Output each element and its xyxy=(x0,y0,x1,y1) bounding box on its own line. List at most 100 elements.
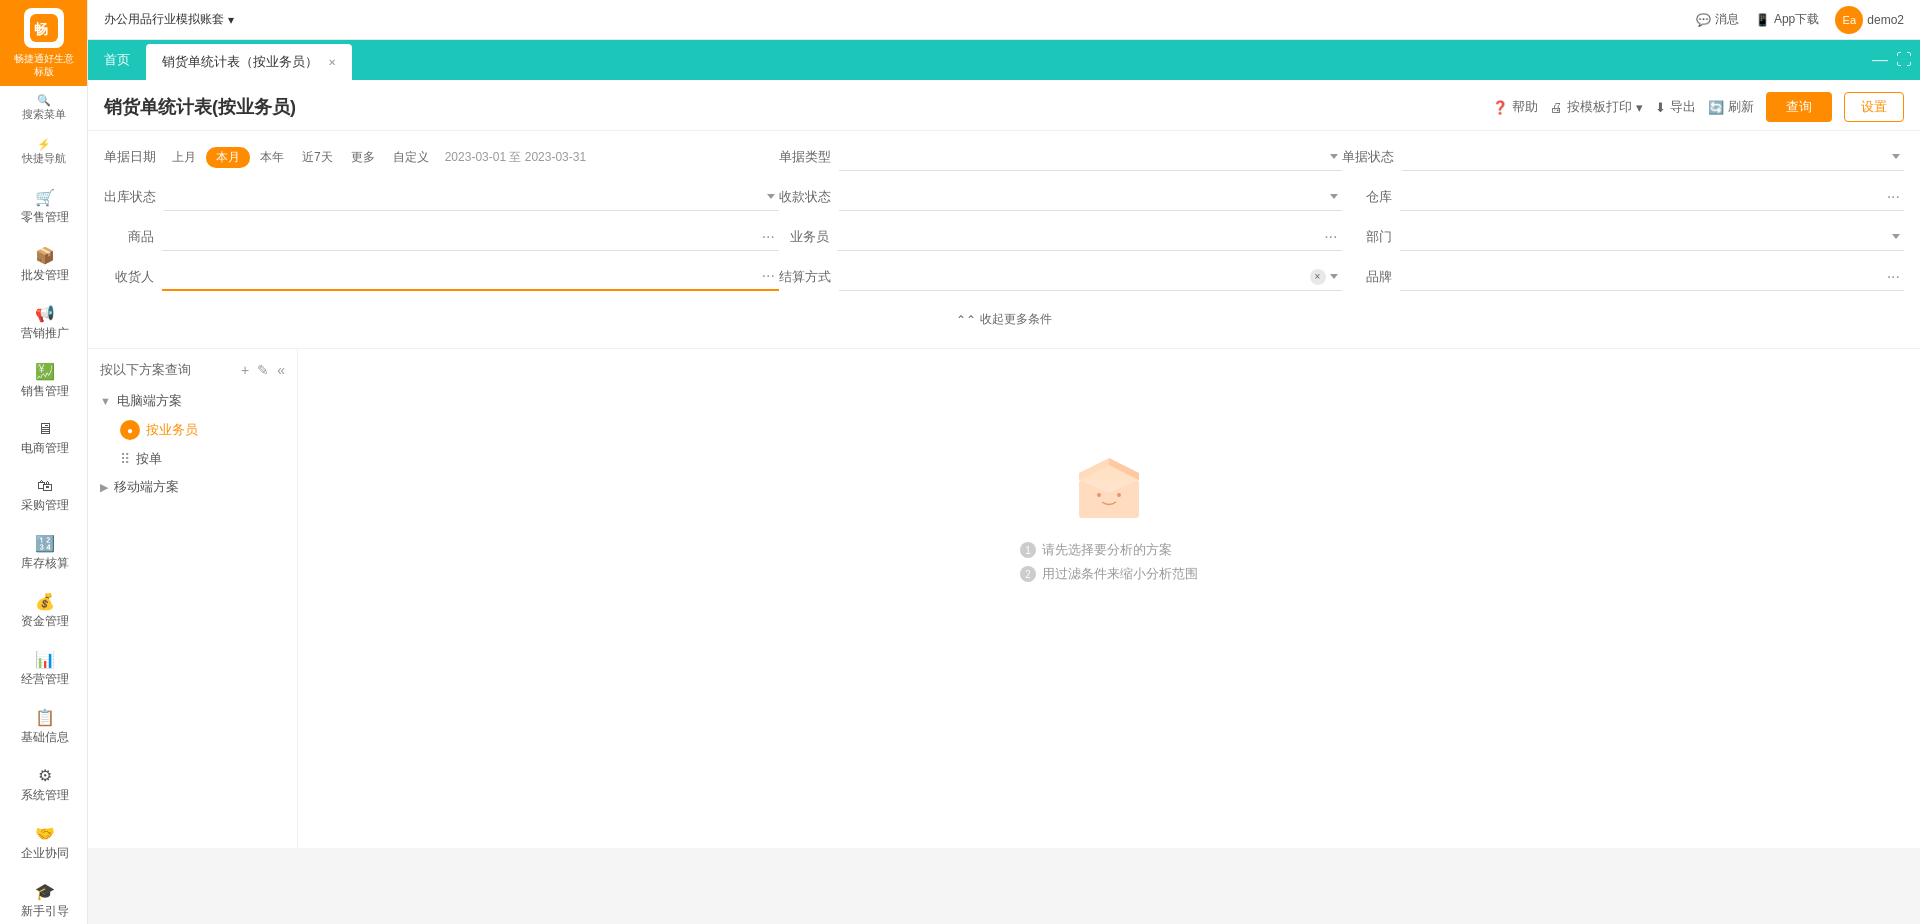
breadcrumb[interactable]: 办公用品行业模拟账套 ▾ xyxy=(104,11,234,28)
left-panel-title: 按以下方案查询 xyxy=(100,361,191,379)
tree-desktop-scheme[interactable]: ▼ 电脑端方案 xyxy=(88,387,297,415)
receiver-label: 收货人 xyxy=(104,268,154,286)
header-left: 办公用品行业模拟账套 ▾ xyxy=(104,11,234,28)
empty-tips: 1 请先选择要分析的方案 2 用过滤条件来缩小分析范围 xyxy=(1020,541,1198,589)
settlement-dropdown-icon xyxy=(1330,274,1338,279)
newbie-icon: 🎓 xyxy=(35,882,55,901)
tree-order-label: 按单 xyxy=(136,450,162,468)
sidebar-item-quick[interactable]: ⚡ 快捷导航 xyxy=(0,130,87,174)
brand-dots-icon: ··· xyxy=(1887,268,1900,286)
salesperson-input[interactable]: ··· xyxy=(837,223,1342,251)
svg-text:畅: 畅 xyxy=(34,21,48,37)
sidebar-item-basic[interactable]: 📋 基础信息 xyxy=(0,698,87,756)
date-range-text: 2023-03-01 至 2023-03-31 xyxy=(445,149,586,166)
sidebar-item-finance[interactable]: 💰 资金管理 xyxy=(0,582,87,640)
sidebar-item-wholesale[interactable]: 📦 批发管理 xyxy=(0,236,87,294)
edit-scheme-icon[interactable]: ✎ xyxy=(257,362,269,378)
settlement-clear-icon[interactable]: × xyxy=(1310,269,1326,285)
main-area: 办公用品行业模拟账套 ▾ 💬 消息 📱 App下载 Ea demo2 首页 xyxy=(88,0,1920,924)
template-print-button[interactable]: 🖨 按模板打印 ▾ xyxy=(1550,98,1643,116)
date-btn-this-month[interactable]: 本月 xyxy=(206,147,250,168)
message-button[interactable]: 💬 消息 xyxy=(1696,11,1739,28)
date-btn-last-month[interactable]: 上月 xyxy=(164,147,204,168)
system-icon: ⚙ xyxy=(38,766,52,785)
refresh-label: 刷新 xyxy=(1728,98,1754,116)
tab-maximize-icon[interactable]: ⛶ xyxy=(1896,51,1912,69)
sidebar-item-sales[interactable]: 💹 销售管理 xyxy=(0,352,87,410)
out-status-label: 出库状态 xyxy=(104,188,156,206)
sales-icon: 💹 xyxy=(35,362,55,381)
date-label: 单据日期 xyxy=(104,148,156,166)
warehouse-input[interactable]: ··· xyxy=(1400,183,1905,211)
tab-close-icon[interactable]: ✕ xyxy=(328,57,336,68)
sidebar-item-marketing[interactable]: 📢 营销推广 xyxy=(0,294,87,352)
collapse-up-icon: ⌃⌃ xyxy=(956,313,976,327)
sidebar-marketing-label: 营销推广 xyxy=(21,325,69,342)
help-button[interactable]: ❓ 帮助 xyxy=(1492,98,1538,116)
type-dropdown-icon xyxy=(1330,154,1338,159)
tab-bar-actions: — ⛶ xyxy=(1872,51,1920,69)
salesperson-label: 业务员 xyxy=(779,228,829,246)
empty-tip-1: 1 请先选择要分析的方案 xyxy=(1020,541,1198,559)
goods-input[interactable]: ··· xyxy=(162,223,779,251)
svg-point-7 xyxy=(1097,493,1101,497)
sidebar-item-retail[interactable]: 🛒 零售管理 xyxy=(0,178,87,236)
tree-desktop-label: 电脑端方案 xyxy=(117,392,182,410)
app-download-button[interactable]: 📱 App下载 xyxy=(1755,11,1819,28)
receiver-input[interactable]: ··· xyxy=(162,263,779,291)
warehouse-label: 仓库 xyxy=(1342,188,1392,206)
empty-illustration xyxy=(1059,445,1159,525)
tab-home[interactable]: 首页 xyxy=(88,40,146,80)
sidebar-purchase-label: 采购管理 xyxy=(21,497,69,514)
sidebar-enterprise-label: 企业协同 xyxy=(21,845,69,862)
sidebar-item-search[interactable]: 🔍 搜索菜单 xyxy=(0,86,87,130)
receiver-dots-icon: ··· xyxy=(762,267,775,285)
tab-sales-stats[interactable]: 销货单统计表（按业务员） ✕ xyxy=(146,44,352,80)
date-btn-this-year[interactable]: 本年 xyxy=(252,147,292,168)
sidebar-item-newbie[interactable]: 🎓 新手引导 xyxy=(0,872,87,924)
settings-button[interactable]: 设置 xyxy=(1844,92,1904,122)
status-label: 单据状态 xyxy=(1342,148,1394,166)
tree-by-order[interactable]: ⠿ 按单 xyxy=(88,445,297,473)
collapse-button[interactable]: ⌃⌃ 收起更多条件 xyxy=(104,303,1904,336)
add-scheme-icon[interactable]: + xyxy=(241,362,249,378)
tab-home-label: 首页 xyxy=(104,51,130,69)
sidebar-item-ecommerce[interactable]: 🖥 电商管理 xyxy=(0,410,87,467)
goods-label: 商品 xyxy=(104,228,154,246)
status-input[interactable] xyxy=(1402,143,1905,171)
inventory-icon: 🔢 xyxy=(35,534,55,553)
tab-minimize-icon[interactable]: — xyxy=(1872,51,1888,69)
tree-mobile-label: 移动端方案 xyxy=(114,478,179,496)
department-input[interactable] xyxy=(1400,223,1905,251)
export-label: 导出 xyxy=(1670,98,1696,116)
salesperson-dots-icon: ··· xyxy=(1324,228,1337,246)
date-btn-7days[interactable]: 近7天 xyxy=(294,147,341,168)
sidebar-item-purchase[interactable]: 🛍 采购管理 xyxy=(0,467,87,524)
brand-input[interactable]: ··· xyxy=(1400,263,1905,291)
type-input[interactable] xyxy=(839,143,1342,171)
message-label: 消息 xyxy=(1715,11,1739,28)
sidebar-item-operations[interactable]: 📊 经营管理 xyxy=(0,640,87,698)
date-btn-custom[interactable]: 自定义 xyxy=(385,147,437,168)
sidebar-retail-label: 零售管理 xyxy=(21,209,69,226)
collect-status-label: 收款状态 xyxy=(779,188,831,206)
help-icon: ❓ xyxy=(1492,100,1508,115)
sidebar-item-enterprise[interactable]: 🤝 企业协同 xyxy=(0,814,87,872)
collapse-panel-icon[interactable]: « xyxy=(277,362,285,378)
sidebar-item-system[interactable]: ⚙ 系统管理 xyxy=(0,756,87,814)
export-icon: ⬇ xyxy=(1655,100,1666,115)
department-label: 部门 xyxy=(1342,228,1392,246)
tree-mobile-scheme[interactable]: ▶ 移动端方案 xyxy=(88,473,297,501)
out-status-input[interactable] xyxy=(164,183,779,211)
tree-by-salesperson[interactable]: ● 按业务员 xyxy=(88,415,297,445)
query-button[interactable]: 查询 xyxy=(1766,92,1832,122)
user-menu-button[interactable]: Ea demo2 xyxy=(1835,6,1904,34)
sidebar-logo: 畅 畅捷通好生意 标版 xyxy=(0,0,87,86)
refresh-button[interactable]: 🔄 刷新 xyxy=(1708,98,1754,116)
export-button[interactable]: ⬇ 导出 xyxy=(1655,98,1696,116)
page-title: 销货单统计表(按业务员) xyxy=(104,95,296,119)
sidebar-item-inventory[interactable]: 🔢 库存核算 xyxy=(0,524,87,582)
date-btn-more[interactable]: 更多 xyxy=(343,147,383,168)
collect-status-input[interactable] xyxy=(839,183,1342,211)
settlement-input[interactable]: × xyxy=(839,263,1342,291)
